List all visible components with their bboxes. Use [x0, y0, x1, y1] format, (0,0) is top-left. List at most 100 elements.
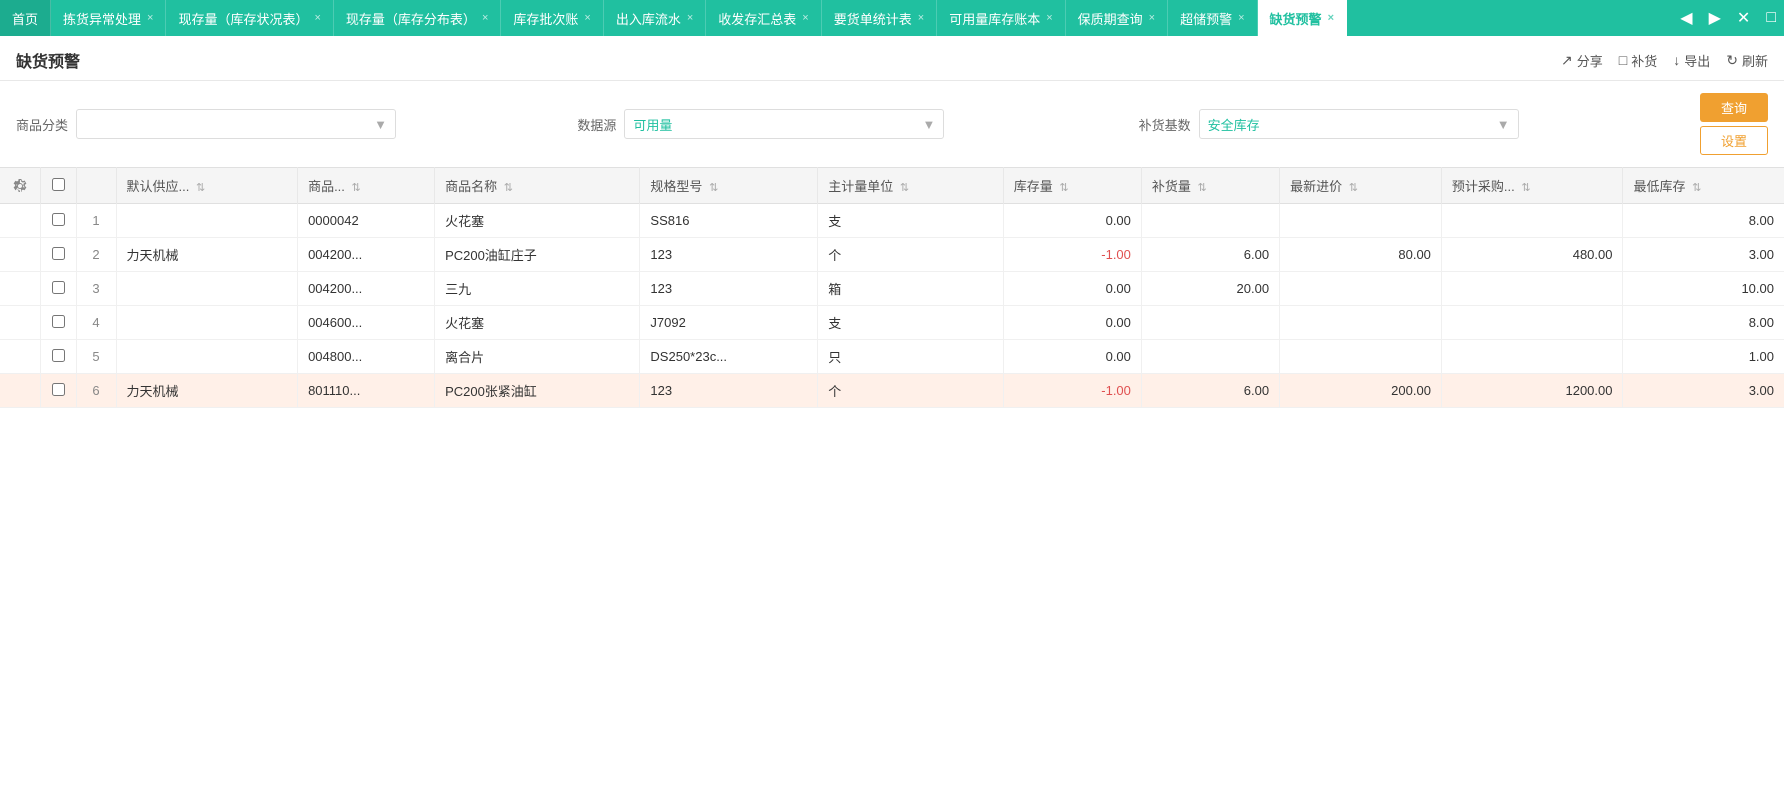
tab-close-9[interactable]: × — [1149, 12, 1155, 24]
tab-close-window-btn[interactable]: ✕ — [1729, 0, 1758, 36]
tab-close-10[interactable]: × — [1238, 12, 1244, 24]
latest-price-col-header[interactable]: 最新进价 ⇅ — [1280, 168, 1442, 204]
header-actions: ↗ 分享 □ 补货 ↓ 导出 ↻ 刷新 — [1561, 51, 1768, 70]
tab-prev-btn[interactable]: ◀ — [1672, 0, 1700, 36]
tab-item-0[interactable]: 首页 — [0, 0, 51, 36]
tab-close-8[interactable]: × — [1046, 12, 1052, 24]
query-button[interactable]: 查询 — [1700, 93, 1768, 122]
tab-next-btn[interactable]: ▶ — [1701, 0, 1729, 36]
tab-close-7[interactable]: × — [918, 12, 924, 24]
num-col-header — [76, 168, 116, 204]
min-stock-col-header[interactable]: 最低库存 ⇅ — [1623, 168, 1784, 204]
row-product-code: 004200... — [298, 238, 435, 272]
filter-bar: 商品分类 ▼ 数据源 可用量 ▼ 补货基数 安全库存 ▼ 查询 设置 — [0, 81, 1784, 167]
datasource-select[interactable]: 可用量 ▼ — [624, 109, 944, 139]
tab-close-1[interactable]: × — [147, 12, 153, 24]
table-row: 6力天机械801110...PC200张紧油缸123个-1.006.00200.… — [0, 374, 1784, 408]
row-product-code: 0000042 — [298, 204, 435, 238]
checkbox-col-header[interactable] — [40, 168, 76, 204]
row-checkbox[interactable] — [52, 213, 65, 226]
row-unit: 支 — [818, 306, 1004, 340]
est-purchase-col-label: 预计采购... — [1452, 179, 1515, 194]
tab-close-3[interactable]: × — [482, 12, 488, 24]
table-row: 4004600...火花塞J7092支0.008.00 — [0, 306, 1784, 340]
select-all-checkbox[interactable] — [52, 178, 65, 191]
latest-price-col-label: 最新进价 — [1290, 179, 1342, 194]
row-checkbox-cell[interactable] — [40, 340, 76, 374]
row-checkbox[interactable] — [52, 247, 65, 260]
tab-maximize-btn[interactable]: □ — [1758, 0, 1784, 36]
row-checkbox[interactable] — [52, 315, 65, 328]
stock-col-header[interactable]: 库存量 ⇅ — [1003, 168, 1141, 204]
spec-col-label: 规格型号 — [650, 179, 702, 194]
tab-item-1[interactable]: 拣货异常处理× — [51, 0, 166, 36]
export-action[interactable]: ↓ 导出 — [1673, 51, 1710, 70]
category-select[interactable]: ▼ — [76, 109, 396, 139]
row-checkbox-cell[interactable] — [40, 306, 76, 340]
gear-col-header[interactable] — [0, 168, 40, 204]
row-min-stock: 3.00 — [1623, 374, 1784, 408]
row-latest-price — [1280, 204, 1442, 238]
tab-close-6[interactable]: × — [802, 12, 808, 24]
tab-item-9[interactable]: 保质期查询 × — [1066, 0, 1168, 36]
supplier-col-header[interactable]: 默认供应... ⇅ — [116, 168, 298, 204]
tab-item-10[interactable]: 超储预警 × — [1168, 0, 1257, 36]
row-product-name: 火花塞 — [435, 204, 640, 238]
row-spec: DS250*23c... — [640, 340, 818, 374]
tab-label-11: 缺货预警 — [1270, 9, 1322, 28]
tab-label-7: 要货单统计表 — [834, 9, 912, 28]
stock-col-label: 库存量 — [1014, 179, 1053, 194]
tab-close-11[interactable]: × — [1328, 12, 1334, 24]
settings-button[interactable]: 设置 — [1700, 126, 1768, 155]
tab-item-6[interactable]: 收发存汇总表× — [706, 0, 821, 36]
tab-item-3[interactable]: 现存量（库存分布表） × — [334, 0, 501, 36]
supplier-sort-icon: ⇅ — [196, 181, 205, 194]
tab-close-4[interactable]: × — [584, 12, 590, 24]
row-number: 3 — [76, 272, 116, 306]
replenish-label: 补货 — [1631, 51, 1657, 70]
tab-label-9: 保质期查询 — [1078, 9, 1143, 28]
row-checkbox-cell[interactable] — [40, 272, 76, 306]
row-checkbox[interactable] — [52, 349, 65, 362]
row-product-name: 火花塞 — [435, 306, 640, 340]
category-chevron-icon: ▼ — [374, 117, 387, 132]
row-checkbox-cell[interactable] — [40, 238, 76, 272]
tab-item-11[interactable]: 缺货预警 × — [1258, 0, 1347, 36]
spec-col-header[interactable]: 规格型号 ⇅ — [640, 168, 818, 204]
tab-label-10: 超储预警 — [1180, 9, 1232, 28]
est-purchase-col-header[interactable]: 预计采购... ⇅ — [1441, 168, 1623, 204]
unit-col-header[interactable]: 主计量单位 ⇅ — [818, 168, 1004, 204]
row-est-purchase — [1441, 272, 1623, 306]
row-latest-price — [1280, 272, 1442, 306]
latest-price-sort-icon: ⇅ — [1349, 181, 1358, 194]
row-checkbox-cell[interactable] — [40, 374, 76, 408]
row-checkbox[interactable] — [52, 281, 65, 294]
refresh-action[interactable]: ↻ 刷新 — [1726, 51, 1768, 70]
row-est-purchase — [1441, 340, 1623, 374]
replenish-col-header[interactable]: 补货量 ⇅ — [1141, 168, 1279, 204]
row-product-name: PC200张紧油缸 — [435, 374, 640, 408]
tab-item-2[interactable]: 现存量（库存状况表）× — [166, 0, 333, 36]
row-number: 6 — [76, 374, 116, 408]
row-stock: 0.00 — [1003, 272, 1141, 306]
row-latest-price: 200.00 — [1280, 374, 1442, 408]
replenish-action[interactable]: □ 补货 — [1619, 51, 1657, 70]
row-checkbox[interactable] — [52, 383, 65, 396]
tab-close-5[interactable]: × — [687, 12, 693, 24]
row-product-name: PC200油缸庄子 — [435, 238, 640, 272]
replenish-basis-label: 补货基数 — [1139, 115, 1191, 134]
tab-item-7[interactable]: 要货单统计表 × — [822, 0, 937, 36]
replenish-basis-select[interactable]: 安全库存 ▼ — [1199, 109, 1519, 139]
product-code-col-header[interactable]: 商品... ⇅ — [298, 168, 435, 204]
tab-label-3: 现存量（库存分布表） — [346, 9, 476, 28]
datasource-chevron-icon: ▼ — [922, 117, 935, 132]
row-checkbox-cell[interactable] — [40, 204, 76, 238]
page-header: 缺货预警 ↗ 分享 □ 补货 ↓ 导出 ↻ 刷新 — [0, 36, 1784, 81]
row-product-name: 离合片 — [435, 340, 640, 374]
product-name-col-header[interactable]: 商品名称 ⇅ — [435, 168, 640, 204]
tab-item-5[interactable]: 出入库流水× — [604, 0, 706, 36]
tab-item-8[interactable]: 可用量库存账本× — [937, 0, 1065, 36]
tab-close-2[interactable]: × — [314, 12, 320, 24]
share-action[interactable]: ↗ 分享 — [1561, 51, 1603, 70]
tab-item-4[interactable]: 库存批次账× — [501, 0, 603, 36]
